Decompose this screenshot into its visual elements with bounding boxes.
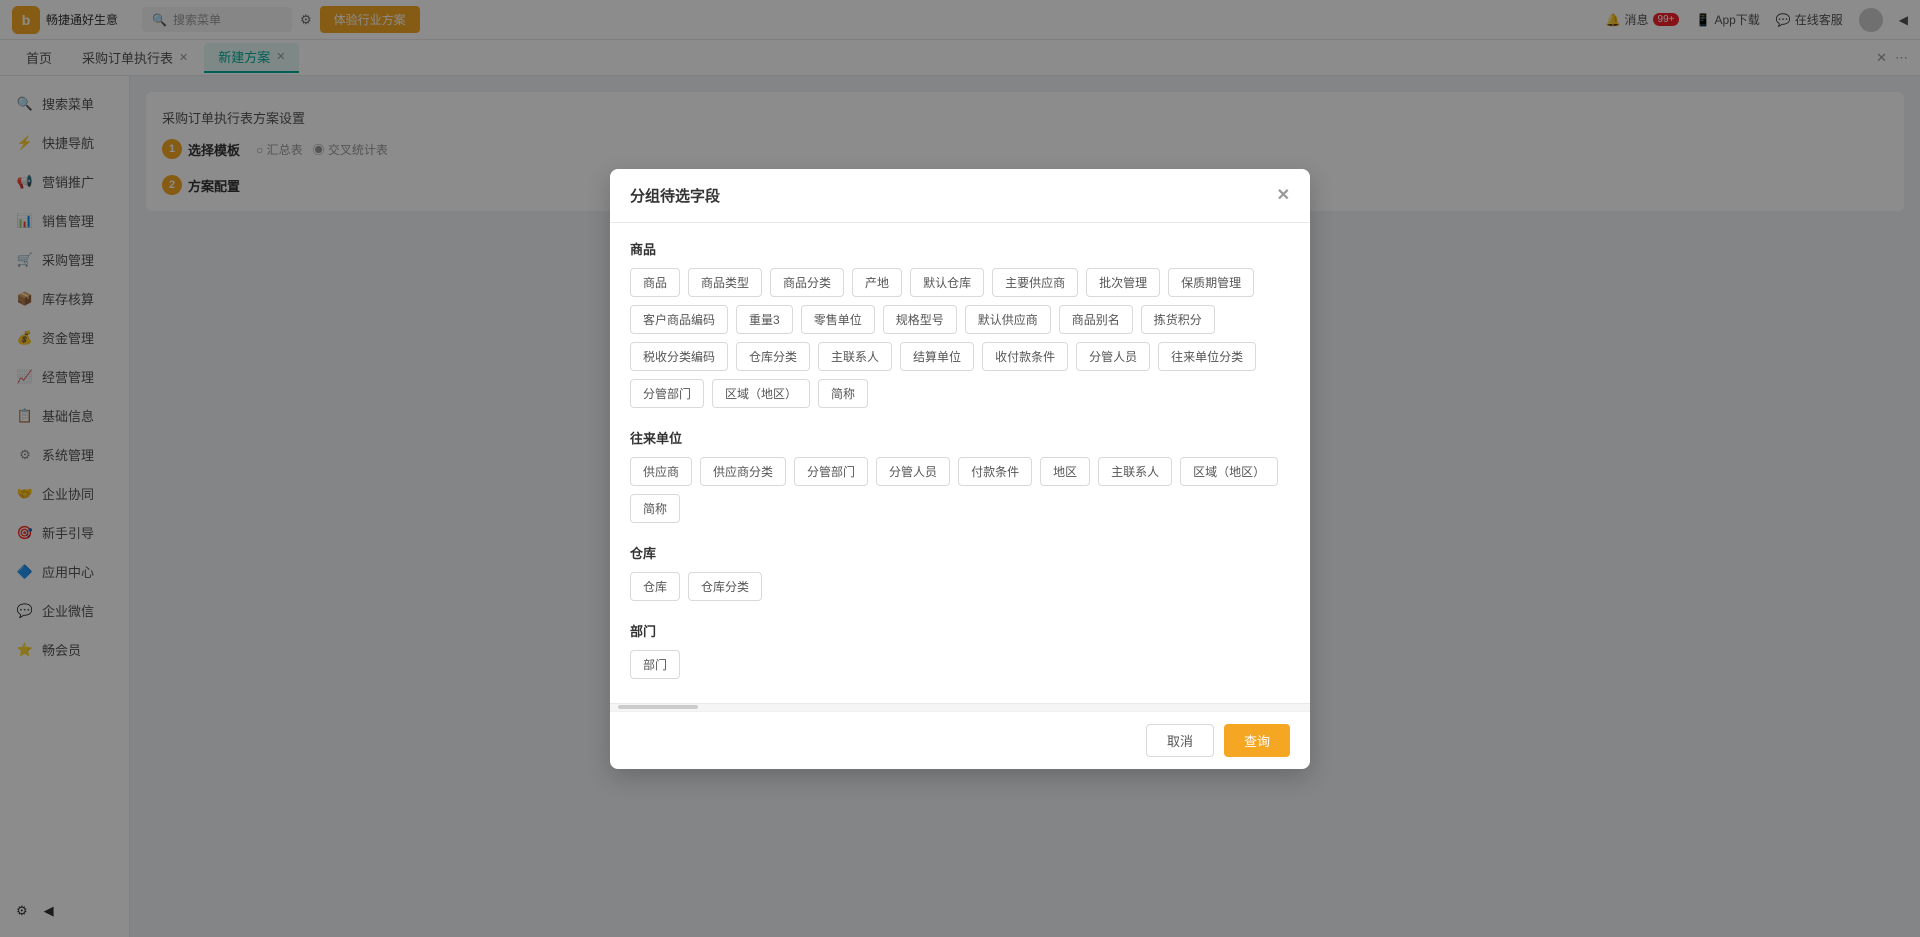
field-tag[interactable]: 简称 (818, 379, 868, 408)
field-tag[interactable]: 仓库 (630, 572, 680, 601)
confirm-button[interactable]: 查询 (1224, 724, 1290, 757)
field-tag[interactable]: 供应商 (630, 457, 692, 486)
field-tag[interactable]: 供应商分类 (700, 457, 786, 486)
dialog-title: 分组待选字段 (630, 185, 720, 206)
field-tag[interactable]: 收付款条件 (982, 342, 1068, 371)
field-tag[interactable]: 默认供应商 (965, 305, 1051, 334)
field-tag[interactable]: 主要供应商 (992, 268, 1078, 297)
field-tag[interactable]: 税收分类编码 (630, 342, 728, 371)
field-tag[interactable]: 规格型号 (883, 305, 957, 334)
field-tags-部门: 部门 (630, 650, 1290, 679)
field-tag[interactable]: 商品 (630, 268, 680, 297)
field-tag[interactable]: 主联系人 (1098, 457, 1172, 486)
field-tag[interactable]: 结算单位 (900, 342, 974, 371)
field-tag[interactable]: 默认仓库 (910, 268, 984, 297)
field-tag[interactable]: 商品别名 (1059, 305, 1133, 334)
section-title-部门: 部门 (630, 621, 1290, 640)
section-title-商品: 商品 (630, 239, 1290, 258)
field-section-仓库: 仓库仓库仓库分类 (630, 543, 1290, 601)
field-tag[interactable]: 重量3 (736, 305, 793, 334)
field-tag[interactable]: 区域（地区） (1180, 457, 1278, 486)
section-title-往来单位: 往来单位 (630, 428, 1290, 447)
field-tag[interactable]: 部门 (630, 650, 680, 679)
field-section-部门: 部门部门 (630, 621, 1290, 679)
field-tag[interactable]: 商品分类 (770, 268, 844, 297)
field-tag[interactable]: 往来单位分类 (1158, 342, 1256, 371)
dialog-overlay: 分组待选字段 ✕ 商品商品商品类型商品分类产地默认仓库主要供应商批次管理保质期管… (0, 0, 1920, 937)
field-tag[interactable]: 保质期管理 (1168, 268, 1254, 297)
field-tag[interactable]: 分管部门 (794, 457, 868, 486)
dialog-close-btn[interactable]: ✕ (1277, 185, 1290, 205)
field-tag[interactable]: 分管部门 (630, 379, 704, 408)
field-section-往来单位: 往来单位供应商供应商分类分管部门分管人员付款条件地区主联系人区域（地区） 简称 (630, 428, 1290, 523)
field-tag[interactable]: 产地 (852, 268, 902, 297)
field-tags-往来单位: 供应商供应商分类分管部门分管人员付款条件地区主联系人区域（地区） 简称 (630, 457, 1290, 523)
field-tag[interactable]: 零售单位 (801, 305, 875, 334)
field-tags-仓库: 仓库仓库分类 (630, 572, 1290, 601)
dialog-hscroll[interactable] (610, 703, 1310, 711)
field-tag[interactable]: 商品类型 (688, 268, 762, 297)
field-tags-商品: 商品商品类型商品分类产地默认仓库主要供应商批次管理保质期管理客户商品编码重量3 零… (630, 268, 1290, 408)
field-section-商品: 商品商品商品类型商品分类产地默认仓库主要供应商批次管理保质期管理客户商品编码重量… (630, 239, 1290, 408)
field-tag[interactable]: 付款条件 (958, 457, 1032, 486)
field-tag[interactable]: 仓库分类 (736, 342, 810, 371)
field-tag[interactable]: 分管人员 (876, 457, 950, 486)
dialog-body[interactable]: 商品商品商品类型商品分类产地默认仓库主要供应商批次管理保质期管理客户商品编码重量… (610, 223, 1310, 703)
field-tag[interactable]: 分管人员 (1076, 342, 1150, 371)
field-select-dialog: 分组待选字段 ✕ 商品商品商品类型商品分类产地默认仓库主要供应商批次管理保质期管… (610, 169, 1310, 769)
dialog-header: 分组待选字段 ✕ (610, 169, 1310, 223)
cancel-button[interactable]: 取消 (1146, 724, 1214, 757)
field-tag[interactable]: 客户商品编码 (630, 305, 728, 334)
field-tag[interactable]: 简称 (630, 494, 680, 523)
dialog-footer: 取消 查询 (610, 711, 1310, 769)
field-tag[interactable]: 批次管理 (1086, 268, 1160, 297)
field-tag[interactable]: 区域（地区） (712, 379, 810, 408)
field-tag[interactable]: 地区 (1040, 457, 1090, 486)
field-tag[interactable]: 仓库分类 (688, 572, 762, 601)
section-title-仓库: 仓库 (630, 543, 1290, 562)
field-tag[interactable]: 主联系人 (818, 342, 892, 371)
field-tag[interactable]: 拣货积分 (1141, 305, 1215, 334)
